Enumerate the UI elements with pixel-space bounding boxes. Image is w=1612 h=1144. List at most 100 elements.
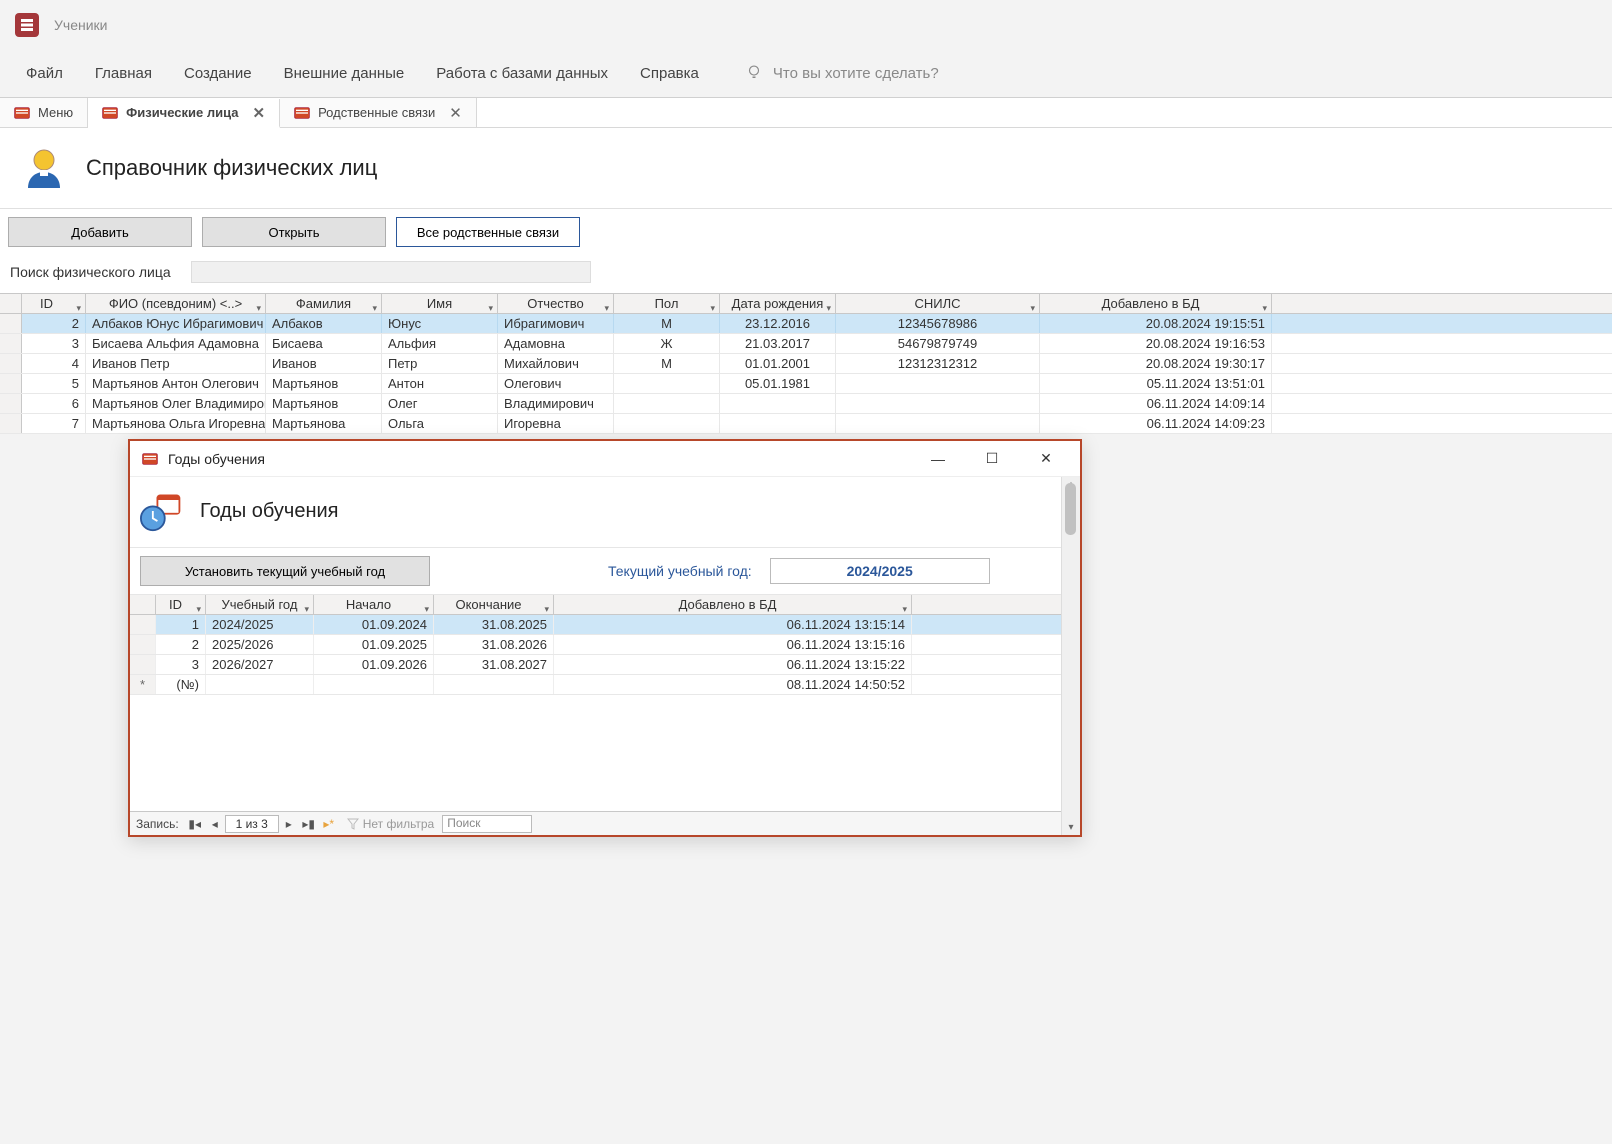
dropdown-icon[interactable]: ▾ xyxy=(604,298,609,318)
table-row[interactable]: 5Мартьянов Антон ОлеговичМартьяновАнтонО… xyxy=(0,374,1612,394)
dropdown-icon[interactable]: ▾ xyxy=(902,599,907,619)
cell-id[interactable]: (№) xyxy=(156,675,206,694)
cell-mid[interactable]: Ибрагимович xyxy=(498,314,614,333)
dropdown-icon[interactable]: ▾ xyxy=(1030,298,1035,318)
cell-dob[interactable]: 01.01.2001 xyxy=(720,354,836,373)
cell-end[interactable] xyxy=(434,675,554,694)
col-fio[interactable]: ФИО (псевдоним) <..>▾ xyxy=(86,294,266,313)
cell-added[interactable]: 20.08.2024 19:16:53 xyxy=(1040,334,1272,353)
cell-sex[interactable]: Ж xyxy=(614,334,720,353)
cell-snils[interactable]: 54679879749 xyxy=(836,334,1040,353)
menu-external-data[interactable]: Внешние данные xyxy=(268,55,421,92)
popup-titlebar[interactable]: Годы обучения — ☐ ✕ xyxy=(130,441,1080,477)
cell-name[interactable]: Юнус xyxy=(382,314,498,333)
cell-id[interactable]: 3 xyxy=(156,655,206,674)
dropdown-icon[interactable]: ▾ xyxy=(256,298,261,318)
dropdown-icon[interactable]: ▾ xyxy=(304,599,309,619)
current-year-value[interactable]: 2024/2025 xyxy=(770,558,990,584)
cell-start[interactable]: 01.09.2026 xyxy=(314,655,434,674)
cell-name[interactable]: Петр xyxy=(382,354,498,373)
row-selector[interactable] xyxy=(0,314,22,333)
cell-id[interactable]: 4 xyxy=(22,354,86,373)
close-icon[interactable]: ✕ xyxy=(449,104,462,122)
next-record-button[interactable]: ▸ xyxy=(279,817,299,831)
dropdown-icon[interactable]: ▾ xyxy=(424,599,429,619)
row-selector[interactable] xyxy=(130,655,156,674)
menu-home[interactable]: Главная xyxy=(79,55,168,92)
menu-help[interactable]: Справка xyxy=(624,55,715,92)
col-added[interactable]: Добавлено в БД▾ xyxy=(1040,294,1272,313)
dropdown-icon[interactable]: ▾ xyxy=(1262,298,1267,318)
close-icon[interactable]: ✕ xyxy=(253,104,266,122)
cell-name[interactable]: Олег xyxy=(382,394,498,413)
tab-persons[interactable]: Физические лица ✕ xyxy=(88,99,280,128)
col-start[interactable]: Начало▾ xyxy=(314,595,434,614)
cell-start[interactable]: 01.09.2025 xyxy=(314,635,434,654)
col-dob[interactable]: Дата рождения▾ xyxy=(720,294,836,313)
cell-sex[interactable] xyxy=(614,394,720,413)
cell-added[interactable]: 05.11.2024 13:51:01 xyxy=(1040,374,1272,393)
set-current-year-button[interactable]: Установить текущий учебный год xyxy=(140,556,430,586)
row-selector[interactable] xyxy=(0,374,22,393)
table-row[interactable]: 22025/202601.09.202531.08.202606.11.2024… xyxy=(130,635,1061,655)
row-selector[interactable] xyxy=(0,354,22,373)
dropdown-icon[interactable]: ▾ xyxy=(372,298,377,318)
cell-end[interactable]: 31.08.2026 xyxy=(434,635,554,654)
cell-mid[interactable]: Олегович xyxy=(498,374,614,393)
no-filter-indicator[interactable]: Нет фильтра xyxy=(339,817,443,831)
table-row[interactable]: 2Албаков Юнус ИбрагимовичАлбаковЮнусИбра… xyxy=(0,314,1612,334)
tell-me-search[interactable]: Что вы хотите сделать? xyxy=(745,63,939,84)
scroll-down-icon[interactable]: ▾ xyxy=(1062,822,1080,833)
cell-sex[interactable] xyxy=(614,374,720,393)
dropdown-icon[interactable]: ▾ xyxy=(544,599,549,619)
cell-snils[interactable] xyxy=(836,374,1040,393)
cell-year[interactable]: 2025/2026 xyxy=(206,635,314,654)
row-selector-header[interactable] xyxy=(0,294,22,313)
menu-create[interactable]: Создание xyxy=(168,55,268,92)
cell-sex[interactable]: М xyxy=(614,354,720,373)
cell-added[interactable]: 06.11.2024 13:15:22 xyxy=(554,655,912,674)
cell-dob[interactable]: 23.12.2016 xyxy=(720,314,836,333)
cell-fio[interactable]: Албаков Юнус Ибрагимович xyxy=(86,314,266,333)
menu-database-tools[interactable]: Работа с базами данных xyxy=(420,55,624,92)
dropdown-icon[interactable]: ▾ xyxy=(196,599,201,619)
cell-fam[interactable]: Мартьянов xyxy=(266,374,382,393)
prev-record-button[interactable]: ◂ xyxy=(205,817,225,831)
col-id[interactable]: ID▾ xyxy=(22,294,86,313)
close-button[interactable]: ✕ xyxy=(1024,450,1068,467)
minimize-button[interactable]: — xyxy=(916,451,960,467)
cell-id[interactable]: 5 xyxy=(22,374,86,393)
table-row[interactable]: 3Бисаева Альфия АдамовнаБисаеваАльфияАда… xyxy=(0,334,1612,354)
cell-added[interactable]: 06.11.2024 14:09:23 xyxy=(1040,414,1272,433)
cell-dob[interactable]: 05.01.1981 xyxy=(720,374,836,393)
dropdown-icon[interactable]: ▾ xyxy=(826,298,831,318)
cell-fam[interactable]: Мартьянова xyxy=(266,414,382,433)
add-button[interactable]: Добавить xyxy=(8,217,192,247)
col-sex[interactable]: Пол▾ xyxy=(614,294,720,313)
cell-added[interactable]: 08.11.2024 14:50:52 xyxy=(554,675,912,694)
popup-scrollbar[interactable]: ▴ ▾ xyxy=(1062,477,1080,835)
table-row[interactable]: *(№)08.11.2024 14:50:52 xyxy=(130,675,1061,695)
cell-snils[interactable] xyxy=(836,394,1040,413)
row-selector-header[interactable] xyxy=(130,595,156,614)
row-selector[interactable] xyxy=(0,414,22,433)
col-fam[interactable]: Фамилия▾ xyxy=(266,294,382,313)
scroll-thumb[interactable] xyxy=(1065,483,1076,535)
cell-added[interactable]: 06.11.2024 14:09:14 xyxy=(1040,394,1272,413)
dropdown-icon[interactable]: ▾ xyxy=(488,298,493,318)
cell-fio[interactable]: Мартьянов Антон Олегович xyxy=(86,374,266,393)
cell-added[interactable]: 06.11.2024 13:15:14 xyxy=(554,615,912,634)
table-row[interactable]: 6Мартьянов Олег ВладимировичМартьяновОле… xyxy=(0,394,1612,414)
cell-end[interactable]: 31.08.2025 xyxy=(434,615,554,634)
cell-fio[interactable]: Мартьянова Ольга Игоревна xyxy=(86,414,266,433)
cell-dob[interactable] xyxy=(720,414,836,433)
all-relations-button[interactable]: Все родственные связи xyxy=(396,217,580,247)
record-position[interactable]: 1 из 3 xyxy=(225,815,279,833)
tab-relations[interactable]: Родственные связи ✕ xyxy=(280,98,477,127)
cell-mid[interactable]: Адамовна xyxy=(498,334,614,353)
cell-sex[interactable]: М xyxy=(614,314,720,333)
cell-year[interactable]: 2024/2025 xyxy=(206,615,314,634)
cell-fio[interactable]: Иванов Петр xyxy=(86,354,266,373)
cell-id[interactable]: 2 xyxy=(156,635,206,654)
cell-fio[interactable]: Мартьянов Олег Владимирович xyxy=(86,394,266,413)
